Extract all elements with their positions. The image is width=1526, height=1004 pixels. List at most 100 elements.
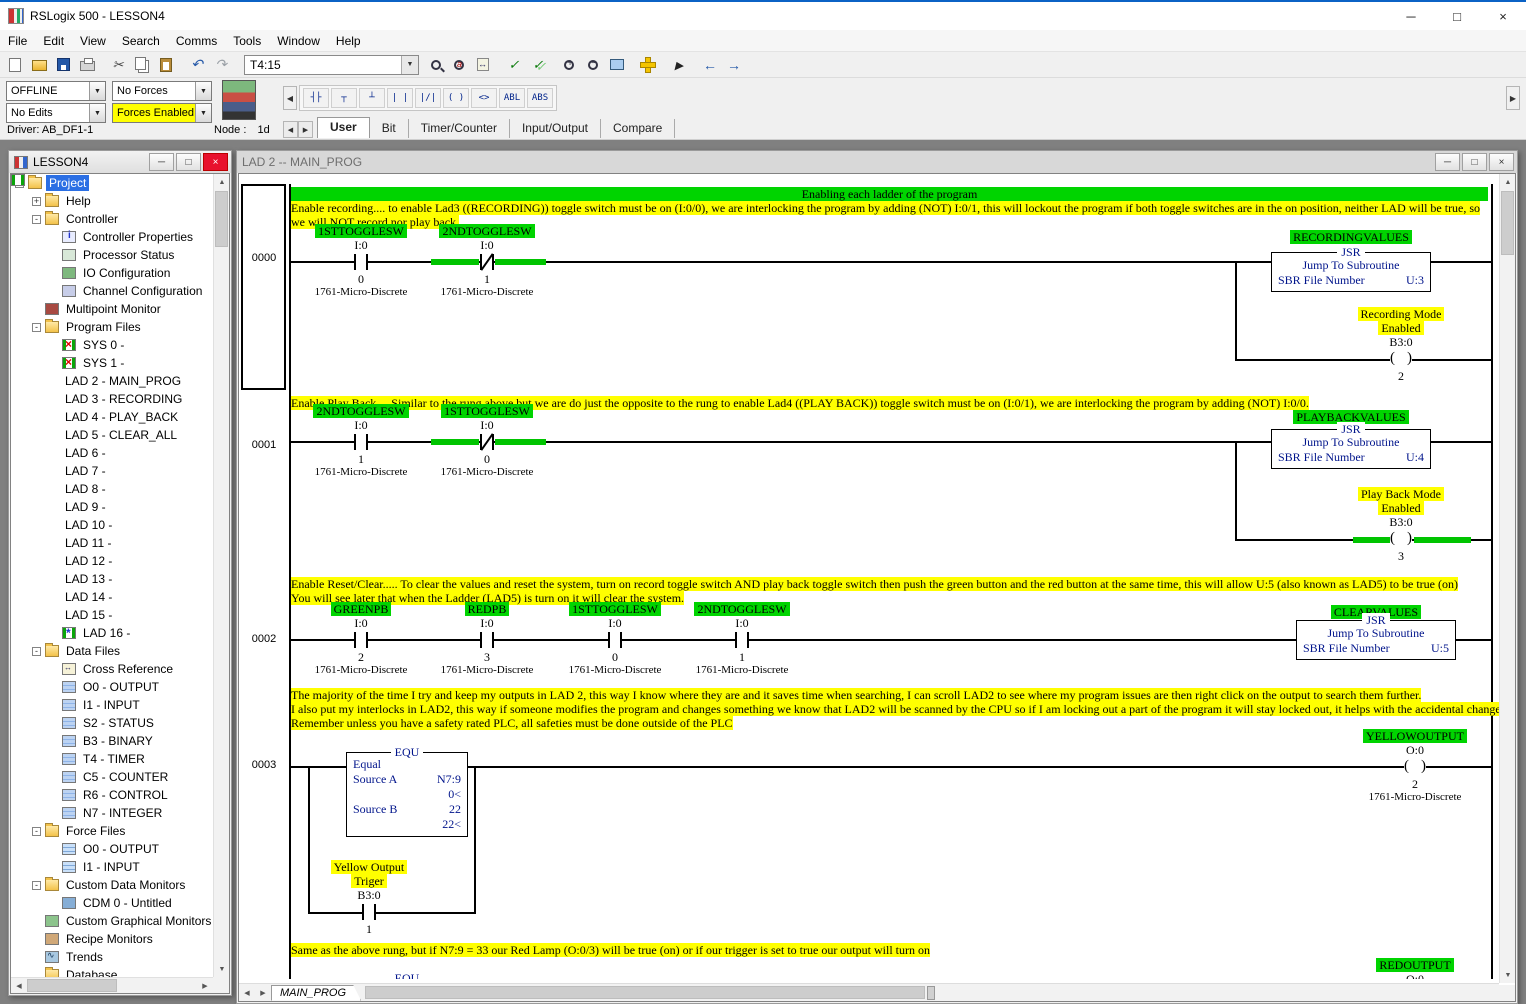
tree-item[interactable]: LAD 13 -: [11, 570, 213, 588]
rung-0000[interactable]: 0000 Enabling each ladder of the program…: [239, 184, 1499, 392]
tree-item[interactable]: LAD 16 -: [11, 624, 213, 642]
symbol-name[interactable]: 2NDTOGGLESW: [694, 602, 789, 616]
rung-0003[interactable]: 0003 The majority of the time I try and …: [239, 687, 1499, 937]
tree-item[interactable]: -Force Files: [11, 822, 213, 840]
tree-item[interactable]: -Data Files: [11, 642, 213, 660]
symbol-name[interactable]: 1STTOGGLESW: [315, 224, 407, 238]
close-icon[interactable]: ×: [1480, 2, 1526, 30]
rung-comment[interactable]: Same as the above rung, but if N7:9 = 33…: [291, 944, 930, 958]
new-rung-icon[interactable]: ┤├: [303, 88, 329, 108]
tree-item[interactable]: Trends: [11, 948, 213, 966]
minimize-icon[interactable]: ─: [149, 153, 174, 171]
collapse-icon[interactable]: -: [32, 827, 41, 836]
tree-item[interactable]: IO Configuration: [11, 264, 213, 282]
scroll-down-icon[interactable]: ▼: [214, 961, 230, 977]
symbol-name[interactable]: 2NDTOGGLESW: [439, 224, 534, 238]
tab-timer-counter[interactable]: Timer/Counter: [409, 119, 510, 138]
minimize-icon[interactable]: ─: [1435, 153, 1460, 171]
tree-item[interactable]: SYS 1 -: [11, 354, 213, 372]
tree-item[interactable]: I1 - INPUT: [11, 858, 213, 876]
scroll-right-icon[interactable]: ▶: [197, 978, 213, 994]
xio-contact[interactable]: 2NDTOGGLESW I:0 1 1761-Micro-Discrete: [427, 224, 547, 299]
tree-item[interactable]: LAD 5 - CLEAR_ALL: [11, 426, 213, 444]
rung-comment[interactable]: I also put my interlocks in LAD2, this w…: [291, 703, 1499, 717]
tree-item[interactable]: O0 - OUTPUT: [11, 678, 213, 696]
expand-icon[interactable]: +: [32, 197, 41, 206]
tree-item[interactable]: LAD 2 - MAIN_PROG: [11, 372, 213, 390]
menu-comms[interactable]: Comms: [168, 32, 225, 50]
tree-item[interactable]: -Controller: [11, 210, 213, 228]
tree-item[interactable]: S2 - STATUS: [11, 714, 213, 732]
tree-item[interactable]: LAD 14 -: [11, 588, 213, 606]
nav-back-icon[interactable]: [698, 54, 722, 76]
palette-scroll-right-icon[interactable]: ▶: [1506, 86, 1520, 110]
jsr-instruction[interactable]: JSR Jump To Subroutine SBR File NumberU:…: [1271, 429, 1431, 469]
tree-item[interactable]: LAD 8 -: [11, 480, 213, 498]
print-icon[interactable]: [75, 54, 99, 76]
copy-icon[interactable]: [130, 54, 154, 76]
rung-comment[interactable]: The majority of the time I try and keep …: [291, 689, 1421, 703]
forces-combobox[interactable]: No Forces ▼: [112, 81, 212, 101]
menu-help[interactable]: Help: [328, 32, 369, 50]
ote-coil[interactable]: O:0: [1355, 972, 1475, 979]
tree-item[interactable]: -Program Files: [11, 318, 213, 336]
tab-compare[interactable]: Compare: [601, 119, 675, 138]
rung-number[interactable]: 0003: [243, 759, 285, 771]
rung-0002[interactable]: 0002 Enable Reset/Clear..... To clear th…: [239, 577, 1499, 687]
mode-combobox[interactable]: OFFLINE ▼: [6, 81, 106, 101]
open-file-icon[interactable]: [27, 54, 51, 76]
rung-title-comment[interactable]: Enabling each ladder of the program: [291, 187, 1488, 201]
ote-coil[interactable]: Play Back Mode Enabled B3:0 () 3: [1341, 487, 1461, 563]
save-file-icon[interactable]: [51, 54, 75, 76]
tree-item[interactable]: O0 - OUTPUT: [11, 840, 213, 858]
instruction-label[interactable]: RECORDINGVALUES: [1261, 230, 1441, 244]
tab-scroll-right-icon[interactable]: ▶: [255, 985, 271, 1001]
tree-item[interactable]: LAD 10 -: [11, 516, 213, 534]
xio-contact[interactable]: 1STTOGGLESW I:0 0 1761-Micro-Discrete: [427, 404, 547, 479]
tree-item[interactable]: -Project: [11, 174, 213, 192]
ladder-window-titlebar[interactable]: LAD 2 -- MAIN_PROG ─ □ ×: [237, 151, 1517, 173]
tree-item[interactable]: LAD 3 - RECORDING: [11, 390, 213, 408]
xic-contact[interactable]: 2NDTOGGLESW I:0 1 1761-Micro-Discrete: [301, 404, 421, 479]
find-replace-icon[interactable]: [447, 54, 471, 76]
scroll-up-icon[interactable]: ▲: [1500, 174, 1516, 190]
symbol-name[interactable]: 2NDTOGGLESW: [313, 404, 408, 418]
scrollbar-thumb[interactable]: [365, 986, 925, 999]
scroll-up-icon[interactable]: ▲: [214, 174, 230, 190]
find-icon[interactable]: [423, 54, 447, 76]
zoom-out-icon[interactable]: [581, 54, 605, 76]
tree-vertical-scrollbar[interactable]: ▲ ▼: [213, 174, 229, 977]
ascii-abs-icon[interactable]: ABS: [527, 88, 553, 108]
ladder-editor[interactable]: 0000 Enabling each ladder of the program…: [239, 174, 1499, 983]
menu-search[interactable]: Search: [114, 32, 168, 50]
tab-input-output[interactable]: Input/Output: [510, 119, 601, 138]
restore-icon[interactable]: □: [176, 153, 201, 171]
xic-contact[interactable]: REDPB I:0 3 1761-Micro-Discrete: [427, 602, 547, 677]
cut-icon[interactable]: [106, 54, 130, 76]
tab-user[interactable]: User: [317, 117, 370, 138]
maximize-icon[interactable]: □: [1434, 2, 1480, 30]
symbol-name[interactable]: GREENPB: [331, 602, 392, 616]
tree-item[interactable]: LAD 15 -: [11, 606, 213, 624]
ote-coil[interactable]: Recording Mode Enabled B3:0 () 2: [1341, 307, 1461, 383]
collapse-icon[interactable]: -: [32, 647, 41, 656]
address-combobox[interactable]: T4:15 ▼: [244, 55, 419, 75]
zoom-in-icon[interactable]: [557, 54, 581, 76]
tab-scroll-left-icon[interactable]: ◀: [239, 985, 255, 1001]
collapse-icon[interactable]: -: [32, 881, 41, 890]
symbol-name[interactable]: YELLOWOUTPUT: [1363, 729, 1467, 743]
rung-0001[interactable]: 0001 Enable Play Back.....Similar to the…: [239, 395, 1499, 572]
tree-item[interactable]: Cross Reference: [11, 660, 213, 678]
xic-contact[interactable]: 1STTOGGLESW I:0 0 1761-Micro-Discrete: [555, 602, 675, 677]
tab-scroll-left-icon[interactable]: ◀: [283, 121, 298, 138]
collapse-icon[interactable]: -: [32, 215, 41, 224]
tree-item[interactable]: LAD 6 -: [11, 444, 213, 462]
rung-comment[interactable]: Enable Reset/Clear..... To clear the val…: [291, 578, 1458, 592]
palette-scroll-left-icon[interactable]: ◀: [283, 86, 297, 110]
insert-component-icon[interactable]: [636, 54, 660, 76]
symbol-name[interactable]: REDPB: [465, 602, 510, 616]
tree-item[interactable]: LAD 12 -: [11, 552, 213, 570]
equ-instruction[interactable]: EQU Equal Source AN7:9 0< Source B22 22<: [346, 752, 468, 837]
xic-contact[interactable]: 2NDTOGGLESW I:0 1 1761-Micro-Discrete: [682, 602, 802, 677]
instruction-label[interactable]: REDOUTPUT: [1355, 958, 1475, 972]
